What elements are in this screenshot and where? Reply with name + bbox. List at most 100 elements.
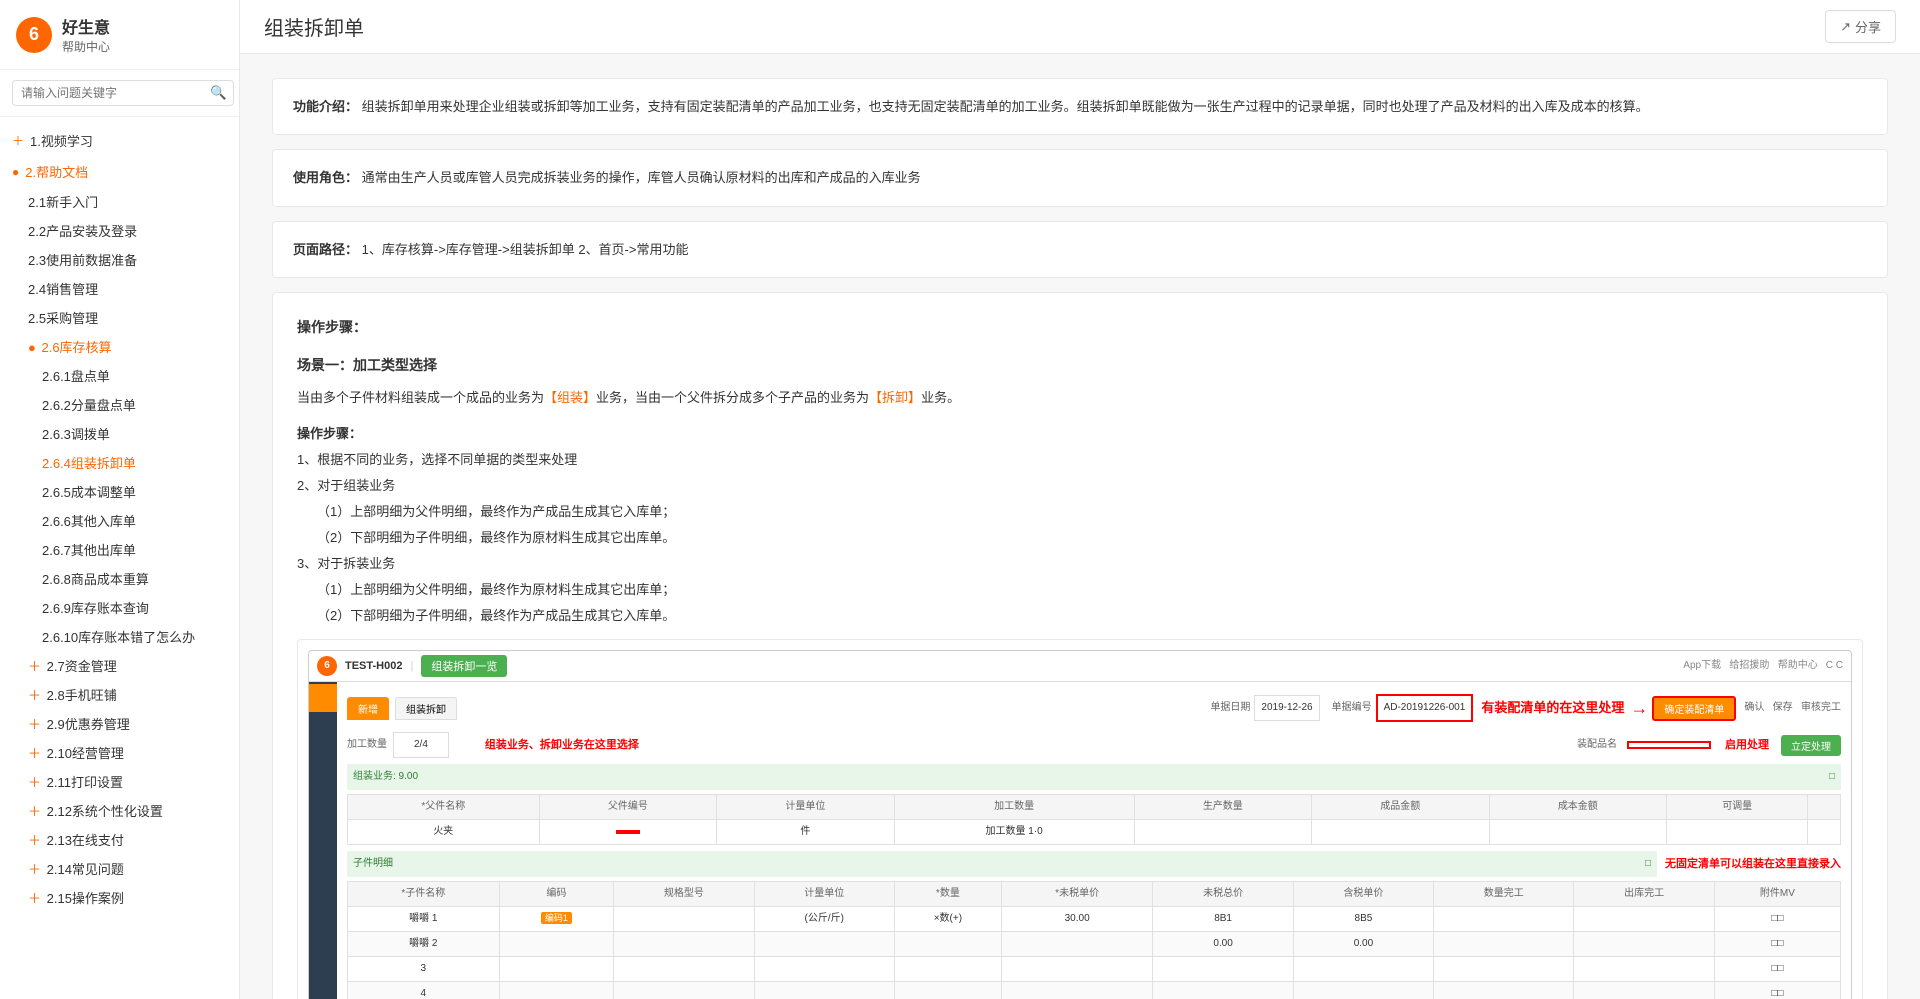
sidebar-item-personalize[interactable]: ＋ 2.12系统个性化设置 (0, 796, 239, 825)
scenario1-title: 场景一：加工类型选择 (297, 351, 1863, 379)
sidebar-item-ledger-query[interactable]: 2.6.9库存账本查询 (0, 593, 239, 622)
ops-steps-sub-label: 操作步骤： (297, 421, 1863, 447)
path-label: 页面路径： (293, 242, 358, 257)
sidebar-item-coupon[interactable]: ＋ 2.9优惠券管理 (0, 709, 239, 738)
sidebar: 6 好生意 帮助中心 🔍 ＋ 1.视频学习 ● 2.帮助文档 2.1新手入门 2… (0, 0, 240, 999)
sidebar-item-faq[interactable]: ＋ 2.14常见问题 (0, 854, 239, 883)
th-qty: *数量 (894, 882, 1001, 907)
minus-icon: ● (12, 165, 19, 179)
steps-block: 操作步骤： 场景一：加工类型选择 当由多个子件材料组装成一个成品的业务为【组装】… (272, 292, 1888, 999)
table-row: 火夹 件 加工数量 1·0 (348, 820, 1841, 845)
role-label: 使用角色： (293, 170, 358, 185)
th-untax-total: 未税总价 (1153, 882, 1293, 907)
sim-no-label: 单据编号 (1332, 698, 1372, 718)
sidebar-item-cases[interactable]: ＋ 2.15操作案例 (0, 883, 239, 912)
td-attach2: □□ (1714, 932, 1840, 957)
sim-tab-assembly[interactable]: 组装拆卸 (395, 697, 457, 720)
table-row: 嚼嚼 1 编码1 (公斤/斤) ×数(+) 30.00 8B1 8B5 (348, 907, 1841, 932)
th-product-amt: 成品金额 (1312, 795, 1490, 820)
td-parent-code (539, 820, 717, 845)
path-box: 页面路径： 1、库存核算->库存管理->组装拆卸单 2、首页->常用功能 (272, 221, 1888, 278)
th-unit: 计量单位 (717, 795, 895, 820)
sim-upper-section-header: 组装业务: 9.00 □ (347, 764, 1841, 790)
td-tax1: 8B5 (1293, 907, 1433, 932)
sidebar-item-stock-assembly[interactable]: 2.6.4组装拆卸单 (0, 448, 239, 477)
td-parent-name: 火夹 (348, 820, 540, 845)
td-spec2 (614, 932, 754, 957)
td-out-complete1 (1574, 907, 1714, 932)
sidebar-item-print[interactable]: ＋ 2.11打印设置 (0, 767, 239, 796)
path-text: 1、库存核算->库存管理->组装拆卸单 2、首页->常用功能 (362, 242, 689, 257)
sim-nav-item (309, 744, 337, 772)
sim-qty-value: 2/4 (393, 732, 449, 758)
sidebar-item-docs[interactable]: ● 2.帮助文档 (0, 156, 239, 187)
td-unit-1: (公斤/斤) (754, 907, 894, 932)
sidebar-item-payment[interactable]: ＋ 2.13在线支付 (0, 825, 239, 854)
sidebar-item-data-prep[interactable]: 2.3使用前数据准备 (0, 245, 239, 274)
sim-assembly-label: 装配品名 (1577, 735, 1617, 755)
th-parent-code: 父件编号 (539, 795, 717, 820)
sim-lower-label: 子件明细 (353, 854, 393, 874)
sidebar-item-stock-check[interactable]: 2.6.1盘点单 (0, 361, 239, 390)
sidebar-item-sales[interactable]: 2.4销售管理 (0, 274, 239, 303)
td-action (1808, 820, 1841, 845)
sim-nav-item (309, 804, 337, 832)
sidebar-item-label: 2.帮助文档 (25, 162, 88, 181)
sidebar-item-mobile[interactable]: ＋ 2.8手机旺铺 (0, 680, 239, 709)
sidebar-item-ops-mgmt[interactable]: ＋ 2.10经营管理 (0, 738, 239, 767)
sidebar-item-newcomer[interactable]: 2.1新手入门 (0, 187, 239, 216)
main: 组装拆卸单 ↗ 分享 功能介绍： 组装拆卸单用来处理企业组装或拆卸等加工业务，支… (240, 0, 1920, 999)
sim-confirm-bom-btn[interactable]: 确定装配清单 (1652, 696, 1736, 721)
sidebar-item-stock[interactable]: ● 2.6库存核算 (0, 332, 239, 361)
td-code1: 编码1 (499, 907, 614, 932)
step2-sub1: （1）上部明细为父件明细，最终作为产成品生成其它入库单； (317, 499, 1863, 525)
sim-assembly-value (1627, 741, 1711, 749)
sidebar-item-finance[interactable]: ＋ 2.7资金管理 (0, 651, 239, 680)
sim-logo: 6 (317, 656, 337, 676)
sidebar-item-install[interactable]: 2.2产品安装及登录 (0, 216, 239, 245)
td-child-name1: 嚼嚼 1 (348, 907, 500, 932)
ops-steps-title: 操作步骤： (297, 313, 1863, 341)
sidebar-item-ledger-error[interactable]: 2.6.10库存账本错了怎么办 (0, 622, 239, 651)
td-produce-qty (1134, 820, 1312, 845)
td-cost-amt (1489, 820, 1667, 845)
th-process-qty: 加工数量 (894, 795, 1134, 820)
th-extra (1808, 795, 1841, 820)
td-code2 (499, 932, 614, 957)
sim-upper-table: *父件名称 父件编号 计量单位 加工数量 生产数量 成品金额 成本金额 可调量 (347, 794, 1841, 845)
role-text: 通常由生产人员或库管人员完成拆装业务的操作，库管人员确认原材料的出库和产成品的入… (362, 170, 921, 185)
function-intro-box: 功能介绍： 组装拆卸单用来处理企业组装或拆卸等加工业务，支持有固定装配清单的产品… (272, 78, 1888, 135)
sidebar-item-other-out[interactable]: 2.6.7其他出库单 (0, 535, 239, 564)
sim-lower-section: 子件明细 □ 无固定清单可以组装在这里直接录入 (347, 851, 1841, 877)
sidebar-item-cost-recalc[interactable]: 2.6.8商品成本重算 (0, 564, 239, 593)
th-parent-name: *父件名称 (348, 795, 540, 820)
sidebar-item-purchase[interactable]: 2.5采购管理 (0, 303, 239, 332)
sim-nav-item (309, 774, 337, 802)
sim-enable-btn[interactable]: 立定处理 (1781, 735, 1841, 756)
sim-upper-section-expand: □ (1829, 767, 1835, 787)
sidebar-item-cost-adjust[interactable]: 2.6.5成本调整单 (0, 477, 239, 506)
th-produce-qty: 生产数量 (1134, 795, 1312, 820)
annotation-has-bom: 有装配清单的在这里处理 (1481, 695, 1624, 721)
sidebar-item-stock-split[interactable]: 2.6.2分量盘点单 (0, 390, 239, 419)
step3-sub1: （1）上部明细为父件明细，最终作为原材料生成其它出库单； (317, 577, 1863, 603)
td-untax-total2: 0.00 (1153, 932, 1293, 957)
th-unit2: 计量单位 (754, 882, 894, 907)
function-intro-text: 组装拆卸单用来处理企业组装或拆卸等加工业务，支持有固定装配清单的产品加工业务，也… (362, 99, 1649, 114)
annotation-direct-entry: 无固定清单可以组装在这里直接录入 (1665, 853, 1841, 875)
share-icon: ↗ (1840, 19, 1851, 35)
search-button[interactable]: 🔍 (210, 85, 227, 101)
sim-nav-btn[interactable]: 组装拆卸一览 (421, 655, 507, 677)
td-untax2 (1001, 932, 1153, 957)
sidebar-item-stock-adjust[interactable]: 2.6.3调拨单 (0, 419, 239, 448)
td-qty-complete2 (1434, 932, 1574, 957)
search-input[interactable] (12, 80, 234, 106)
sim-tab-new[interactable]: 新增 (347, 697, 389, 720)
sim-lower-section-header: 子件明细 □ (347, 851, 1657, 877)
sidebar-item-video[interactable]: ＋ 1.视频学习 (0, 125, 239, 156)
th-adjustable: 可调量 (1667, 795, 1808, 820)
td-attach1: □□ (1714, 907, 1840, 932)
td-untax1: 30.00 (1001, 907, 1153, 932)
sidebar-item-other-in[interactable]: 2.6.6其他入库单 (0, 506, 239, 535)
share-button[interactable]: ↗ 分享 (1825, 10, 1896, 43)
